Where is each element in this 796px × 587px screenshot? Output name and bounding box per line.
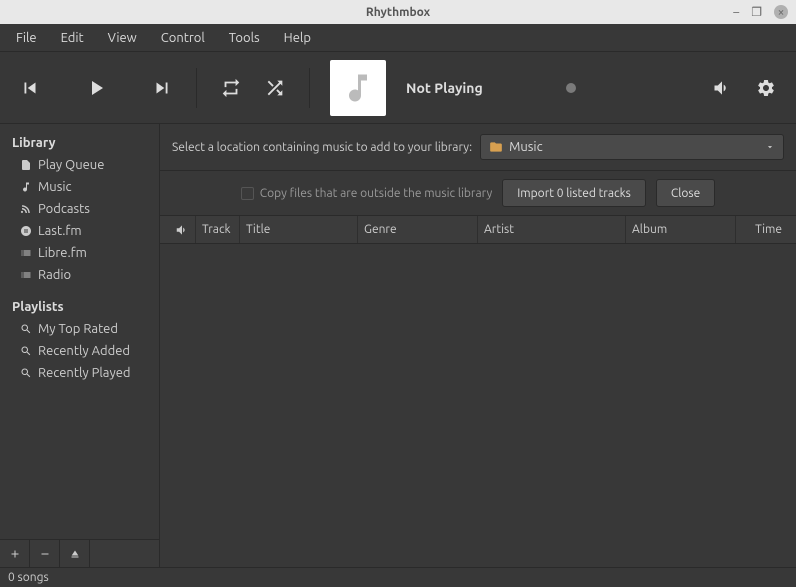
sidebar-item-label: Play Queue bbox=[38, 158, 104, 172]
sidebar-header-playlists: Playlists bbox=[0, 296, 159, 318]
settings-button[interactable] bbox=[748, 70, 784, 106]
repeat-icon bbox=[220, 77, 242, 99]
sidebar-item-lastfm[interactable]: Last.fm bbox=[0, 220, 159, 242]
sidebar-item-play-queue[interactable]: Play Queue bbox=[0, 154, 159, 176]
previous-button[interactable] bbox=[12, 70, 48, 106]
titlebar: Rhythmbox – ❐ × bbox=[0, 0, 796, 24]
import-location-bar: Select a location containing music to ad… bbox=[160, 124, 796, 171]
sidebar-item-music[interactable]: Music bbox=[0, 176, 159, 198]
minus-icon bbox=[39, 548, 51, 560]
sidebar-item-label: Libre.fm bbox=[38, 246, 87, 260]
sidebar-item-librefm[interactable]: Libre.fm bbox=[0, 242, 159, 264]
plus-icon bbox=[9, 548, 21, 560]
menu-control[interactable]: Control bbox=[149, 27, 217, 49]
eject-icon bbox=[69, 548, 81, 560]
location-select[interactable]: Music bbox=[480, 134, 784, 160]
column-time[interactable]: Time bbox=[736, 216, 788, 243]
close-window-button[interactable]: × bbox=[774, 5, 788, 19]
menu-edit[interactable]: Edit bbox=[49, 27, 96, 49]
sidebar-header-library: Library bbox=[0, 132, 159, 154]
menu-view[interactable]: View bbox=[96, 27, 149, 49]
list-icon bbox=[20, 247, 32, 259]
rss-icon bbox=[20, 203, 32, 215]
sidebar-footer bbox=[0, 539, 159, 567]
menu-file[interactable]: File bbox=[4, 27, 49, 49]
copy-files-checkbox-row[interactable]: Copy files that are outside the music li… bbox=[241, 187, 492, 200]
maximize-button[interactable]: ❐ bbox=[751, 5, 762, 19]
progress-indicator[interactable] bbox=[566, 83, 576, 93]
volume-button[interactable] bbox=[704, 70, 740, 106]
statusbar: 0 songs bbox=[0, 567, 796, 587]
skip-previous-icon bbox=[19, 77, 41, 99]
sidebar-item-label: Podcasts bbox=[38, 202, 90, 216]
sidebar-item-radio[interactable]: Radio bbox=[0, 264, 159, 286]
sidebar-item-label: Recently Added bbox=[38, 344, 130, 358]
play-button[interactable] bbox=[78, 70, 114, 106]
import-button[interactable]: Import 0 listed tracks bbox=[502, 179, 646, 207]
table-header: Track Title Genre Artist Album Time bbox=[160, 216, 796, 244]
sidebar-item-label: Radio bbox=[38, 268, 71, 282]
sidebar-item-label: Recently Played bbox=[38, 366, 131, 380]
sidebar-item-label: Music bbox=[38, 180, 72, 194]
column-track[interactable]: Track bbox=[196, 216, 240, 243]
remove-playlist-button[interactable] bbox=[30, 540, 60, 567]
sidebar-content: Library Play Queue Music Podcasts Last.f… bbox=[0, 124, 159, 539]
search-icon bbox=[20, 367, 32, 379]
column-genre[interactable]: Genre bbox=[358, 216, 478, 243]
content-area: Select a location containing music to ad… bbox=[160, 124, 796, 567]
play-icon bbox=[84, 76, 108, 100]
sidebar-item-label: My Top Rated bbox=[38, 322, 118, 336]
music-icon bbox=[20, 181, 32, 193]
location-value: Music bbox=[509, 140, 543, 154]
table-body bbox=[160, 244, 796, 567]
import-prompt: Select a location containing music to ad… bbox=[172, 141, 472, 154]
list-icon bbox=[20, 269, 32, 281]
sidebar-item-recently-played[interactable]: Recently Played bbox=[0, 362, 159, 384]
sidebar-item-my-top-rated[interactable]: My Top Rated bbox=[0, 318, 159, 340]
toolbar-divider bbox=[309, 68, 310, 108]
sidebar: Library Play Queue Music Podcasts Last.f… bbox=[0, 124, 160, 567]
sidebar-item-label: Last.fm bbox=[38, 224, 82, 238]
sidebar-item-recently-added[interactable]: Recently Added bbox=[0, 340, 159, 362]
repeat-button[interactable] bbox=[213, 70, 249, 106]
file-icon bbox=[20, 159, 32, 171]
menubar: File Edit View Control Tools Help bbox=[0, 24, 796, 52]
lastfm-icon bbox=[20, 225, 32, 237]
next-button[interactable] bbox=[144, 70, 180, 106]
menu-tools[interactable]: Tools bbox=[217, 27, 272, 49]
speaker-icon bbox=[175, 223, 189, 237]
copy-files-label: Copy files that are outside the music li… bbox=[260, 187, 492, 200]
main-area: Library Play Queue Music Podcasts Last.f… bbox=[0, 124, 796, 567]
chevron-down-icon bbox=[765, 142, 775, 152]
column-album[interactable]: Album bbox=[626, 216, 736, 243]
copy-files-checkbox[interactable] bbox=[241, 187, 254, 200]
import-actions-bar: Copy files that are outside the music li… bbox=[160, 171, 796, 216]
skip-next-icon bbox=[151, 77, 173, 99]
search-icon bbox=[20, 345, 32, 357]
folder-icon bbox=[489, 140, 503, 154]
eject-button[interactable] bbox=[60, 540, 90, 567]
search-icon bbox=[20, 323, 32, 335]
sidebar-item-podcasts[interactable]: Podcasts bbox=[0, 198, 159, 220]
gear-icon bbox=[756, 78, 776, 98]
shuffle-icon bbox=[264, 77, 286, 99]
now-playing-label: Not Playing bbox=[406, 80, 483, 96]
toolbar-divider bbox=[196, 68, 197, 108]
status-text: 0 songs bbox=[8, 571, 49, 584]
column-playing[interactable] bbox=[168, 216, 196, 243]
volume-icon bbox=[712, 78, 732, 98]
menu-help[interactable]: Help bbox=[272, 27, 323, 49]
music-note-icon bbox=[340, 70, 376, 106]
minimize-button[interactable]: – bbox=[733, 6, 739, 19]
close-button[interactable]: Close bbox=[656, 179, 715, 207]
column-title[interactable]: Title bbox=[240, 216, 358, 243]
window-controls: – ❐ × bbox=[733, 5, 788, 19]
album-art bbox=[330, 60, 386, 116]
window-title: Rhythmbox bbox=[366, 6, 430, 19]
add-playlist-button[interactable] bbox=[0, 540, 30, 567]
player-toolbar: Not Playing bbox=[0, 52, 796, 124]
shuffle-button[interactable] bbox=[257, 70, 293, 106]
column-artist[interactable]: Artist bbox=[478, 216, 626, 243]
